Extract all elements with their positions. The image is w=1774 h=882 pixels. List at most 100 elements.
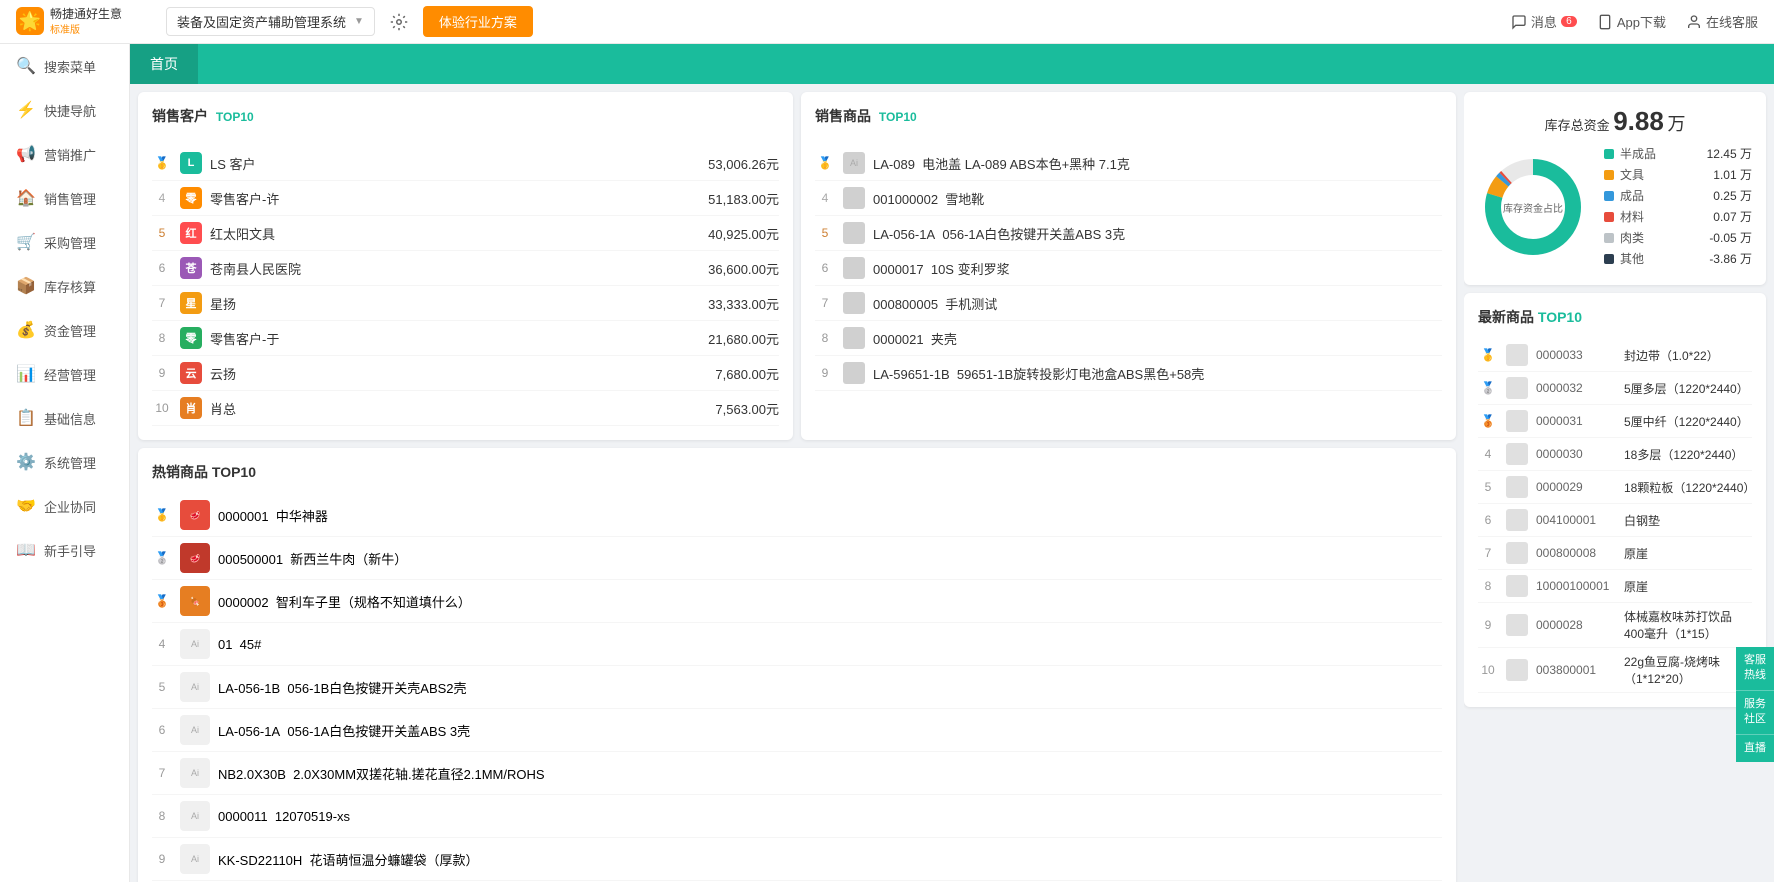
table-row: 🥇 Ai LA-089 电池盖 LA-089 ABS本色+黑种 7.1克: [815, 146, 1442, 181]
rank-num: 6: [152, 723, 172, 737]
product-info: 01 45#: [218, 637, 261, 652]
product-info: 0000002 智利车子里（规格不知道填什么）: [218, 592, 471, 611]
online-service-button[interactable]: 在线客服: [1686, 12, 1758, 31]
sidebar-item-guide[interactable]: 📖 新手引导: [0, 528, 129, 572]
table-row: 🥇 L LS 客户 53,006.26元: [152, 146, 779, 181]
app-download-button[interactable]: App下载: [1597, 12, 1666, 31]
product-name: 原崖: [1624, 578, 1752, 595]
product-image: Ai: [843, 152, 865, 174]
list-item: 6 Ai LA-056-1A 056-1A白色按键开关盖ABS 3壳: [152, 709, 1442, 752]
product-name: 封边带（1.0*22）: [1624, 347, 1752, 364]
customer-name: 星扬: [210, 294, 700, 313]
product-info: LA-089 电池盖 LA-089 ABS本色+黑种 7.1克: [873, 154, 1442, 173]
hot-products-list: 🥇 🥩 0000001 中华神器 🥈 🥩 000500001 新西兰牛肉（新牛）…: [152, 494, 1442, 881]
table-row: 7 星 星扬 33,333.00元: [152, 286, 779, 321]
product-code: 0000033: [1536, 348, 1616, 362]
nav-tab-home[interactable]: 首页: [130, 44, 198, 84]
donut-container: 库存资金占比 半成品 12.45 万 文具 1.01 万: [1478, 145, 1752, 271]
sidebar-item-inventory[interactable]: 📦 库存核算: [0, 264, 129, 308]
legend-value: -0.05 万: [1709, 229, 1752, 246]
sidebar-item-management[interactable]: 📊 经营管理: [0, 352, 129, 396]
product-name: 5厘多层（1220*2440）: [1624, 380, 1752, 397]
settings-button[interactable]: [385, 8, 413, 36]
product-image: [1506, 575, 1528, 597]
content-wrapper: 销售客户 TOP10 🥇 L LS 客户 53,006.26元 4 零 零售客户…: [130, 84, 1464, 882]
sidebar-item-system[interactable]: ⚙️ 系统管理: [0, 440, 129, 484]
product-image: Ai: [180, 758, 210, 788]
legend-item-stationery: 文具 1.01 万: [1604, 166, 1752, 183]
rank-medal: 🥇: [152, 508, 172, 522]
table-row: 9 LA-59651-1B 59651-1B旋转投影灯电池盒ABS黑色+58壳: [815, 356, 1442, 391]
product-name: 18多层（1220*2440）: [1624, 446, 1752, 463]
rank-num-3: 5: [815, 226, 835, 240]
product-code: 0000031: [1536, 414, 1616, 428]
legend-label: 其他: [1620, 250, 1703, 267]
sidebar-item-finance[interactable]: 💰 资金管理: [0, 308, 129, 352]
service-community-button[interactable]: 服务社区: [1736, 691, 1774, 735]
legend-value: 1.01 万: [1713, 166, 1752, 183]
rank-medal: 🥈: [1478, 381, 1498, 395]
legend-item-material: 材料 0.07 万: [1604, 208, 1752, 225]
rank-medal-1: 🥇: [152, 156, 172, 170]
live-stream-button[interactable]: 直播: [1736, 735, 1774, 762]
table-row: 4 零 零售客户-许 51,183.00元: [152, 181, 779, 216]
product-image: [843, 292, 865, 314]
rank-num-4: 6: [152, 261, 172, 275]
rank-num: 5: [152, 680, 172, 694]
avatar: L: [180, 152, 202, 174]
sidebar-item-cooperation[interactable]: 🤝 企业协同: [0, 484, 129, 528]
legend-label: 肉类: [1620, 229, 1703, 246]
sidebar-item-quick[interactable]: ⚡ 快捷导航: [0, 88, 129, 132]
top-customers-table: 🥇 L LS 客户 53,006.26元 4 零 零售客户-许 51,183.0…: [152, 146, 779, 426]
customer-amount: 7,563.00元: [715, 399, 779, 418]
sidebar-item-search[interactable]: 🔍 搜索菜单: [0, 44, 129, 88]
try-plan-button[interactable]: 体验行业方案: [423, 6, 533, 37]
legend-item-other: 其他 -3.86 万: [1604, 250, 1752, 267]
product-info: 0000011 12070519-xs: [218, 809, 350, 824]
sidebar-item-basic[interactable]: 📋 基础信息: [0, 396, 129, 440]
table-row: 4 001000002 雪地靴: [815, 181, 1442, 216]
product-image: [1506, 659, 1528, 681]
rank-num: 5: [1478, 480, 1498, 494]
sidebar-item-sales[interactable]: 🏠 销售管理: [0, 176, 129, 220]
list-item: 9 0000028 体械嘉枚味苏打饮品400毫升（1*15）: [1478, 603, 1752, 648]
product-image: [843, 257, 865, 279]
hot-products-card: 热销商品 TOP10 🥇 🥩 0000001 中华神器 🥈 🥩 00050000…: [138, 448, 1456, 882]
table-row: 5 红 红太阳文具 40,925.00元: [152, 216, 779, 251]
product-image: 🥩: [180, 543, 210, 573]
rank-num-7: 9: [152, 366, 172, 380]
inventory-unit: 万: [1667, 114, 1685, 134]
messages-button[interactable]: 消息 6: [1511, 12, 1577, 31]
rank-num-6: 8: [815, 331, 835, 345]
list-item: 5 Ai LA-056-1B 056-1B白色按键开关壳ABS2壳: [152, 666, 1442, 709]
legend-dot: [1604, 149, 1614, 159]
avatar: 星: [180, 292, 202, 314]
avatar: 云: [180, 362, 202, 384]
legend-dot: [1604, 254, 1614, 264]
product-image: [1506, 542, 1528, 564]
avatar: 肖: [180, 397, 202, 419]
rank-num: 4: [1478, 447, 1498, 461]
list-item: 7 Ai NB2.0X30B 2.0X30MM双搓花轴.搓花直径2.1MM/RO…: [152, 752, 1442, 795]
top-products-sale-table: 🥇 Ai LA-089 电池盖 LA-089 ABS本色+黑种 7.1克 4 0…: [815, 146, 1442, 391]
system-selector[interactable]: 装备及固定资产辅助管理系统 ▼: [166, 7, 375, 36]
sidebar-item-purchase[interactable]: 🛒 采购管理: [0, 220, 129, 264]
rank-num: 9: [1478, 618, 1498, 632]
customer-name: 肖总: [210, 399, 707, 418]
product-image: [843, 222, 865, 244]
sidebar: 🔍 搜索菜单 ⚡ 快捷导航 📢 营销推广 🏠 销售管理 🛒 采购管理 📦 库存核…: [0, 44, 130, 882]
list-item: 7 000800008 原崖: [1478, 537, 1752, 570]
hot-products-title: 热销商品 TOP10: [152, 462, 1442, 482]
logo-badge: 标准版: [50, 21, 122, 36]
table-row: 5 LA-056-1A 056-1A白色按键开关盖ABS 3克: [815, 216, 1442, 251]
rank-num-3: 5: [152, 226, 172, 240]
customer-service-button[interactable]: 客服热线: [1736, 647, 1774, 691]
rank-num: 10: [1478, 663, 1498, 677]
customer-amount: 36,600.00元: [708, 259, 779, 278]
product-image: [1506, 344, 1528, 366]
list-item: 🥇 0000033 封边带（1.0*22）: [1478, 339, 1752, 372]
sidebar-item-marketing[interactable]: 📢 营销推广: [0, 132, 129, 176]
rank-num: 8: [152, 809, 172, 823]
product-image: [1506, 509, 1528, 531]
rank-num-5: 7: [815, 296, 835, 310]
